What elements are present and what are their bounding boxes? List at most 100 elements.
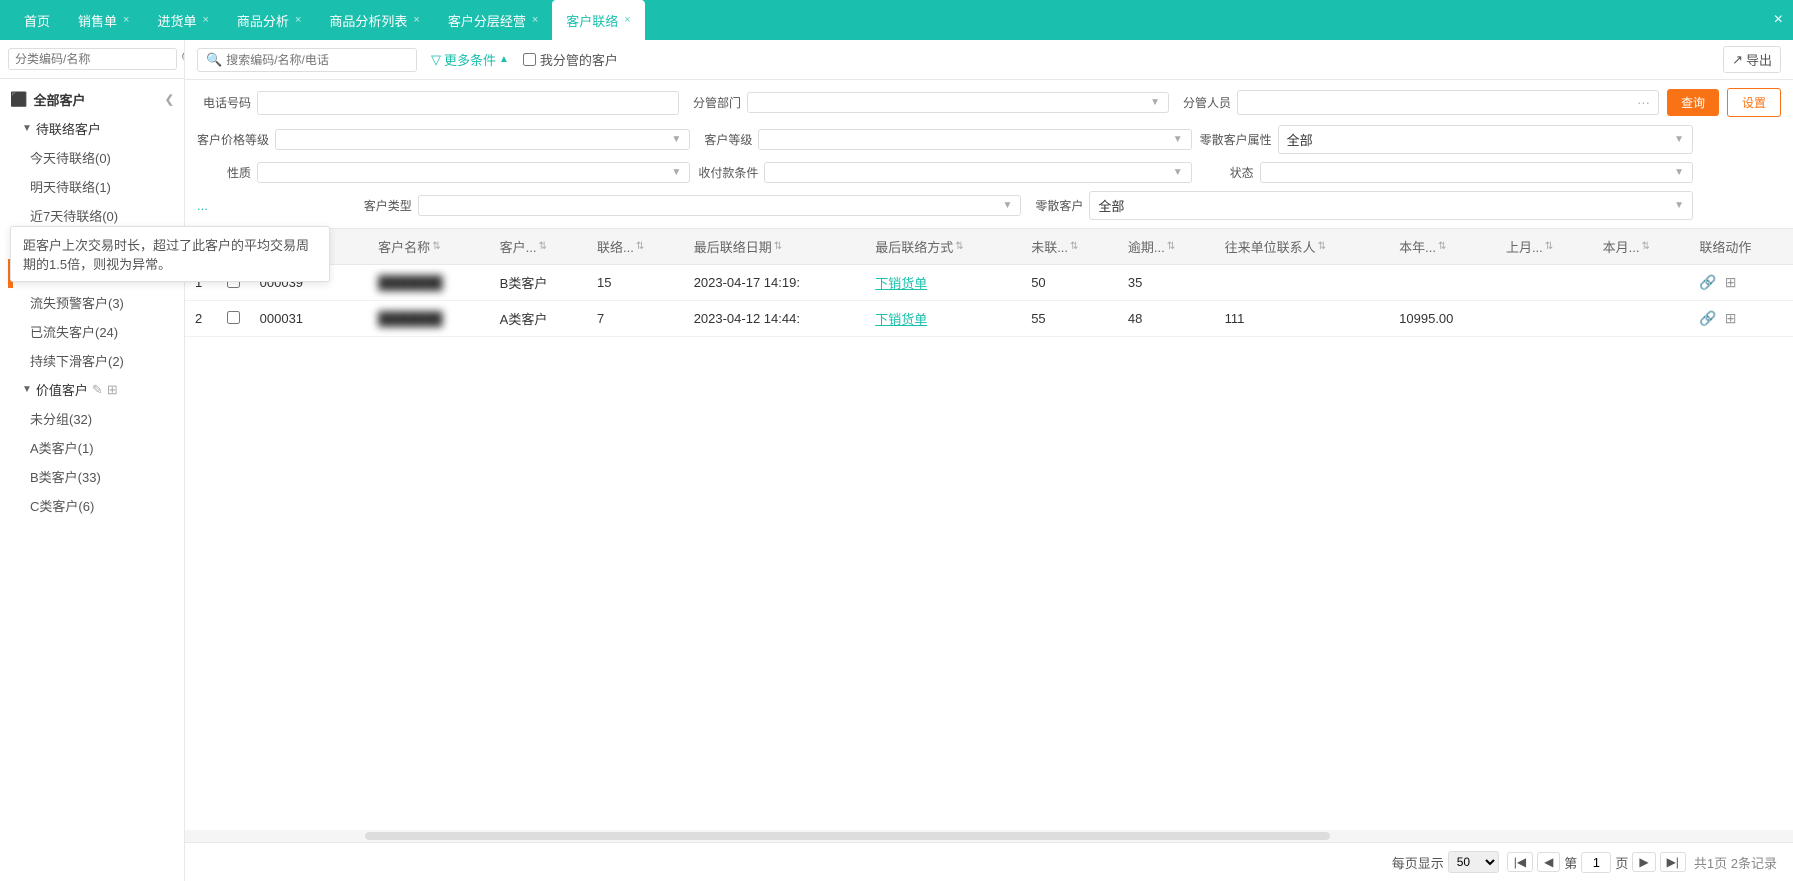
more-fields-link[interactable]: ... — [197, 198, 208, 213]
filter-price-level: 客户价格等级 ▼ — [197, 129, 690, 150]
tooltip-popup: 距客户上次交易时长，超过了此客户的平均交易周期的1.5倍，则视为异常。 — [10, 226, 330, 282]
per-page-select[interactable]: 50 20 100 — [1448, 851, 1499, 873]
sidebar-item-a-class[interactable]: A类客户(1) — [8, 433, 184, 462]
row-check[interactable] — [217, 301, 250, 337]
close-icon[interactable]: × — [532, 14, 538, 26]
filter-retail-prop: 零散客户属性 全部▼ — [1200, 125, 1693, 154]
sidebar-item-c-class[interactable]: C类客户(6) — [8, 491, 184, 520]
collapse-icon[interactable]: ❮ — [165, 93, 174, 106]
sort-icon[interactable]: ⇅ — [1167, 241, 1175, 252]
contact-link-icon[interactable]: 🔗 — [1699, 274, 1716, 291]
nav-customer-contact[interactable]: 客户联络 × — [552, 0, 644, 40]
customer-type-select[interactable]: ▼ — [418, 195, 1022, 216]
nav-product-analysis[interactable]: 商品分析 × — [223, 0, 315, 40]
col-header-this-year: 本年...⇅ — [1389, 229, 1496, 265]
my-customers-check[interactable] — [523, 53, 536, 66]
nav-home[interactable]: 首页 — [10, 0, 64, 40]
sort-icon[interactable]: ⇅ — [636, 241, 644, 252]
sidebar-item-loss-warning[interactable]: 流失预警客户(3) — [8, 288, 184, 317]
sort-icon[interactable]: ⇅ — [1318, 241, 1326, 252]
total-records: 共1页 2条记录 — [1694, 853, 1777, 872]
per-page-selector: 每页显示 50 20 100 — [1392, 851, 1499, 873]
gender-select[interactable]: ▼ — [257, 162, 690, 183]
sidebar-item-declining[interactable]: 持续下滑客户(2) — [8, 346, 184, 375]
row-overdue: 35 — [1118, 265, 1215, 301]
manage-icon[interactable]: ⊞ — [107, 382, 118, 398]
sidebar-search-input[interactable] — [8, 48, 177, 70]
sidebar-item-today[interactable]: 今天待联络(0) — [8, 143, 184, 172]
first-page-button[interactable]: |◀ — [1507, 852, 1533, 872]
sort-icon[interactable]: ⇅ — [432, 241, 440, 252]
price-level-select[interactable]: ▼ — [275, 129, 690, 150]
filter-row-2: 客户价格等级 ▼ 客户等级 ▼ 零散客户属性 全部▼ — [197, 125, 1781, 154]
search-input[interactable] — [226, 53, 408, 67]
top-navigation: 首页 销售单 × 进货单 × 商品分析 × 商品分析列表 × 客户分层经营 × … — [0, 0, 1793, 40]
contact-phone-icon[interactable]: ⊞ — [1725, 310, 1737, 327]
dept-select[interactable]: ▼ — [747, 92, 1169, 113]
nav-product-list[interactable]: 商品分析列表 × — [315, 0, 433, 40]
sort-icon[interactable]: ⇅ — [1438, 241, 1446, 252]
sort-icon[interactable]: ⇅ — [955, 241, 963, 252]
payment-select[interactable]: ▼ — [764, 162, 1191, 183]
filter-row-3: 性质 ▼ 收付款条件 ▼ 状态 ▼ — [197, 162, 1781, 183]
col-header-contact: 联络...⇅ — [587, 229, 684, 265]
pagination-bar: 每页显示 50 20 100 |◀ ◀ 第 页 ▶ ▶| 共1页 2条记录 — [185, 842, 1793, 881]
status-select[interactable]: ▼ — [1260, 162, 1693, 183]
contact-link-icon[interactable]: 🔗 — [1699, 310, 1716, 327]
nav-purchase[interactable]: 进货单 × — [143, 0, 222, 40]
close-icon[interactable]: × — [413, 14, 419, 26]
sidebar-item-tomorrow[interactable]: 明天待联络(1) — [8, 172, 184, 201]
edit-icon[interactable]: ✎ — [92, 382, 103, 398]
query-button[interactable]: 查询 — [1667, 89, 1719, 116]
current-page-input[interactable] — [1581, 852, 1611, 873]
horizontal-scrollbar[interactable] — [185, 830, 1793, 842]
setting-button[interactable]: 设置 — [1727, 88, 1781, 117]
table-row: 1 000039 ███████ B类客户 15 2023-04-17 14:1… — [185, 265, 1793, 301]
sort-icon[interactable]: ⇅ — [774, 241, 782, 252]
contact-phone-icon[interactable]: ⊞ — [1725, 274, 1737, 291]
last-page-button[interactable]: ▶| — [1660, 852, 1686, 872]
nav-customer-segmentation[interactable]: 客户分层经营 × — [434, 0, 552, 40]
group-value-customers: ▼ 价值客户 ✎ ⊞ 未分组(32) A类客户(1) B类客户(33) C类客户… — [0, 375, 184, 520]
row-action: 🔗 ⊞ — [1689, 265, 1793, 301]
nav-sales[interactable]: 销售单 × — [64, 0, 143, 40]
export-button[interactable]: ↗ 导出 — [1723, 46, 1781, 73]
customer-level-select[interactable]: ▼ — [758, 129, 1191, 150]
next-page-button[interactable]: ▶ — [1632, 852, 1655, 872]
sort-icon[interactable]: ⇅ — [539, 241, 547, 252]
filter-form: 电话号码 分管部门 ▼ 分管人员 ··· 查询 设置 — [185, 80, 1793, 229]
sort-icon[interactable]: ⇅ — [1545, 241, 1553, 252]
sidebar-item-lost[interactable]: 已流失客户(24) — [8, 317, 184, 346]
group-pending-header[interactable]: ▼ 待联络客户 — [8, 114, 184, 143]
sidebar-item-ungrouped[interactable]: 未分组(32) — [8, 404, 184, 433]
col-header-last-method: 最后联络方式⇅ — [865, 229, 1021, 265]
page-navigation: |◀ ◀ 第 页 ▶ ▶| — [1507, 852, 1686, 873]
sidebar-tree: ⬛ 全部客户 ❮ ▼ 待联络客户 今天待联络(0) 明天待联络(1) 近7天待联… — [0, 79, 184, 881]
row-checkbox[interactable] — [227, 311, 240, 324]
close-icon[interactable]: × — [624, 14, 630, 26]
sort-icon[interactable]: ⇅ — [1070, 241, 1078, 252]
row-last-method[interactable]: 下销货单 — [865, 301, 1021, 337]
retail-prop-select[interactable]: 全部▼ — [1278, 125, 1693, 154]
sidebar-item-b-class[interactable]: B类客户(33) — [8, 462, 184, 491]
row-contact: 7 — [587, 301, 684, 337]
col-header-last-month: 上月...⇅ — [1496, 229, 1593, 265]
group-value-header[interactable]: ▼ 价值客户 ✎ ⊞ — [8, 375, 184, 404]
row-this-month — [1593, 265, 1690, 301]
row-last-method[interactable]: 下销货单 — [865, 265, 1021, 301]
table-row: 2 000031 ███████ A类客户 7 2023-04-12 14:44… — [185, 301, 1793, 337]
retail-customer-select[interactable]: 全部▼ — [1089, 191, 1693, 220]
filter-customer-level: 客户等级 ▼ — [698, 129, 1191, 150]
person-select[interactable]: ··· — [1237, 90, 1659, 115]
window-close-button[interactable]: × — [1774, 11, 1783, 29]
close-icon[interactable]: × — [202, 14, 208, 26]
sort-icon[interactable]: ⇅ — [1641, 241, 1649, 252]
filter-button[interactable]: ▽ 更多条件 ▲ — [425, 47, 515, 72]
phone-input[interactable] — [257, 91, 679, 115]
all-customers-header[interactable]: ⬛ 全部客户 ❮ — [0, 85, 184, 114]
row-name: ███████ — [368, 301, 490, 337]
col-header-last-date: 最后联络日期⇅ — [684, 229, 866, 265]
close-icon[interactable]: × — [295, 14, 301, 26]
prev-page-button[interactable]: ◀ — [1537, 852, 1560, 872]
close-icon[interactable]: × — [123, 14, 129, 26]
